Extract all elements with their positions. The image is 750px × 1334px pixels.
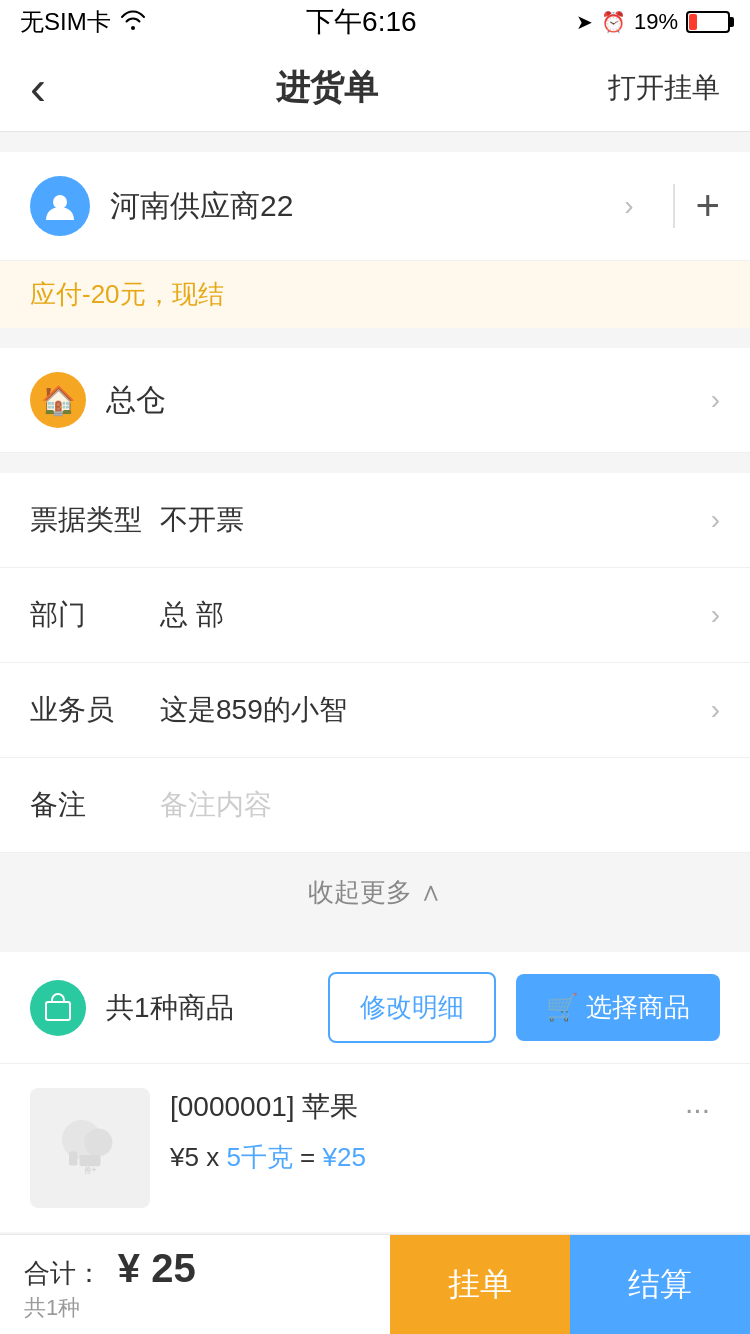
warehouse-chevron: › [711,384,720,416]
invoice-value: 不开票 [160,501,711,539]
product-price: ¥5 x 5千克 = ¥25 [170,1140,655,1175]
warehouse-row[interactable]: 🏠 总仓 › [0,348,750,453]
alarm-icon: ⏰ [601,10,626,34]
supplier-chevron: › [624,190,633,222]
department-label: 部门 [30,596,160,634]
warehouse-icon: 🏠 [30,372,86,428]
salesman-value: 这是859的小智 [160,691,711,729]
products-count: 共1种商品 [106,989,308,1027]
page-title: 进货单 [276,65,378,111]
notice-bar: 应付-20元，现结 [0,261,750,328]
remark-row[interactable]: 备注 备注内容 [0,758,750,853]
select-label: 选择商品 [586,990,690,1025]
hold-button[interactable]: 挂单 [390,1235,570,1335]
form-section: 票据类型 不开票 › 部门 总 部 › 业务员 这是859的小智 › 备注 备注… [0,473,750,853]
product-name: [0000001] 苹果 [170,1088,655,1126]
remark-label: 备注 [30,786,160,824]
product-code: [0000001] [170,1091,302,1122]
select-icon: 🛒 [546,992,578,1023]
supplier-section: 河南供应商22 › + 应付-20元，现结 [0,152,750,328]
checkout-button[interactable]: 结算 [570,1235,750,1335]
department-chevron: › [711,599,720,631]
warehouse-name: 总仓 [106,380,711,421]
supplier-row[interactable]: 河南供应商22 › + [0,152,750,261]
time-display: 下午6:16 [306,3,417,41]
collapse-label: 收起更多 ∧ [308,877,441,907]
department-value: 总 部 [160,596,711,634]
product-more-button[interactable]: ··· [675,1088,720,1130]
battery-percentage: 19% [634,9,678,35]
svg-rect-4 [69,1152,77,1166]
equals-sign: = [300,1142,322,1172]
salesman-chevron: › [711,694,720,726]
collapse-button[interactable]: 收起更多 ∧ [0,853,750,932]
product-title: 苹果 [302,1091,358,1122]
invoice-label: 票据类型 [30,501,160,539]
total-amount: ¥ 25 [118,1246,196,1290]
products-icon [30,980,86,1036]
invoice-chevron: › [711,504,720,536]
open-hold-button[interactable]: 打开挂单 [608,69,720,107]
total-section: 合计： ¥ 25 共1种 [0,1246,390,1323]
gap-1 [0,132,750,152]
supplier-avatar [30,176,90,236]
total-label: 合计： [24,1258,102,1288]
notice-text: 应付-20元，现结 [30,279,224,309]
unit-price: ¥5 x [170,1142,226,1172]
total-count: 共1种 [24,1293,366,1323]
svg-point-3 [84,1128,112,1156]
department-row[interactable]: 部门 总 部 › [0,568,750,663]
quantity: 5千克 [226,1142,292,1172]
invoice-row[interactable]: 票据类型 不开票 › [0,473,750,568]
svg-text:兽+: 兽+ [84,1165,97,1175]
add-button[interactable]: + [695,185,720,227]
product-item: 兽+ [0000001] 苹果 ¥5 x 5千克 = ¥25 ··· [0,1063,750,1232]
svg-rect-1 [46,1002,70,1020]
carrier-text: 无SIM卡 [20,6,111,38]
gap-2 [0,328,750,348]
nav-bar: ‹ 进货单 打开挂单 [0,44,750,132]
salesman-row[interactable]: 业务员 这是859的小智 › [0,663,750,758]
products-section: 共1种商品 修改明细 🛒 选择商品 兽+ [0000001] 苹果 ¥5 x [0,952,750,1232]
product-thumbnail: 兽+ [30,1088,150,1208]
location-icon: ➤ [576,10,593,34]
supplier-divider [673,184,675,228]
salesman-label: 业务员 [30,691,160,729]
wifi-icon [119,8,147,36]
products-header: 共1种商品 修改明细 🛒 选择商品 [0,952,750,1063]
supplier-name: 河南供应商22 [110,186,624,227]
total-price: ¥25 [323,1142,366,1172]
bottom-bar: 合计： ¥ 25 共1种 挂单 结算 [0,1234,750,1334]
back-button[interactable]: ‹ [30,60,46,115]
gap-3 [0,453,750,473]
remark-input[interactable]: 备注内容 [160,786,720,824]
select-product-button[interactable]: 🛒 选择商品 [516,974,720,1041]
svg-point-0 [53,195,67,209]
warehouse-section: 🏠 总仓 › [0,348,750,453]
product-info: [0000001] 苹果 ¥5 x 5千克 = ¥25 [170,1088,655,1175]
battery-icon [686,11,730,33]
edit-detail-button[interactable]: 修改明细 [328,972,496,1043]
status-bar: 无SIM卡 下午6:16 ➤ ⏰ 19% [0,0,750,44]
gap-4 [0,932,750,952]
